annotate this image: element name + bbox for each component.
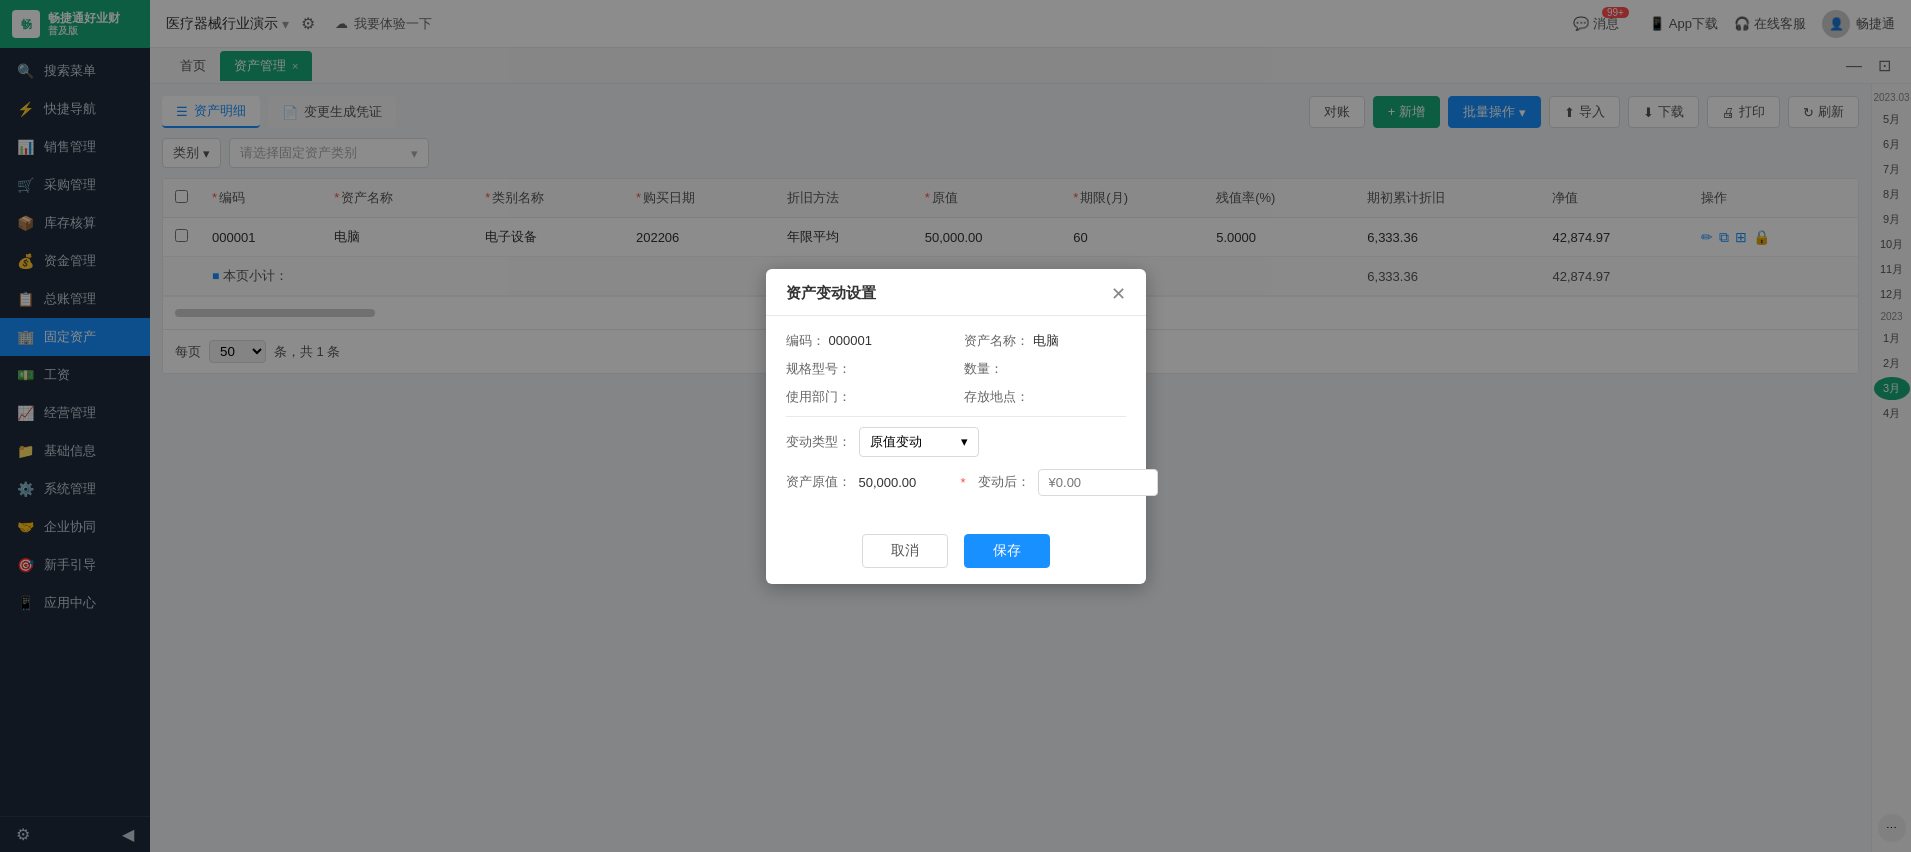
value-row: 资产原值： 50,000.00 * 变动后：: [786, 469, 1126, 496]
code-label: 编码：: [786, 332, 825, 350]
change-type-select[interactable]: 原值变动 ▾: [859, 427, 979, 457]
modal-field-qty: 数量：: [964, 360, 1126, 378]
modal-backdrop: 资产变动设置 ✕ 编码： 000001 资产名称： 电脑 规格型号：: [0, 0, 1911, 852]
modal-field-name: 资产名称： 电脑: [964, 332, 1126, 350]
modal-footer: 取消 保存: [766, 524, 1146, 584]
required-star: *: [961, 475, 966, 490]
dept-label: 使用部门：: [786, 388, 851, 406]
change-type-row: 变动类型： 原值变动 ▾: [786, 427, 1126, 457]
modal-row-3: 使用部门： 存放地点：: [786, 388, 1126, 406]
change-type-label: 变动类型：: [786, 433, 851, 451]
modal-header: 资产变动设置 ✕: [766, 269, 1146, 316]
modal-row-2: 规格型号： 数量：: [786, 360, 1126, 378]
modal-field-dept: 使用部门：: [786, 388, 948, 406]
modal-field-code: 编码： 000001: [786, 332, 948, 350]
save-button[interactable]: 保存: [964, 534, 1050, 568]
spec-label: 规格型号：: [786, 360, 851, 378]
cancel-button[interactable]: 取消: [862, 534, 948, 568]
asset-name-value: 电脑: [1033, 332, 1059, 350]
location-label: 存放地点：: [964, 388, 1029, 406]
modal-divider: [786, 416, 1126, 417]
modal-close-btn[interactable]: ✕: [1111, 283, 1126, 305]
modal-field-spec: 规格型号：: [786, 360, 948, 378]
code-value: 000001: [829, 333, 872, 348]
asset-value-label: 资产原值：: [786, 473, 851, 491]
after-change-input[interactable]: [1038, 469, 1158, 496]
asset-change-modal: 资产变动设置 ✕ 编码： 000001 资产名称： 电脑 规格型号：: [766, 269, 1146, 584]
after-change-label: 变动后：: [978, 473, 1030, 491]
asset-value: 50,000.00: [859, 475, 949, 490]
qty-label: 数量：: [964, 360, 1003, 378]
modal-body: 编码： 000001 资产名称： 电脑 规格型号： 数量：: [766, 316, 1146, 524]
modal-title: 资产变动设置: [786, 284, 876, 303]
asset-name-label: 资产名称：: [964, 332, 1029, 350]
change-type-chevron: ▾: [961, 434, 968, 449]
change-type-value: 原值变动: [870, 433, 922, 451]
modal-row-1: 编码： 000001 资产名称： 电脑: [786, 332, 1126, 350]
modal-field-location: 存放地点：: [964, 388, 1126, 406]
